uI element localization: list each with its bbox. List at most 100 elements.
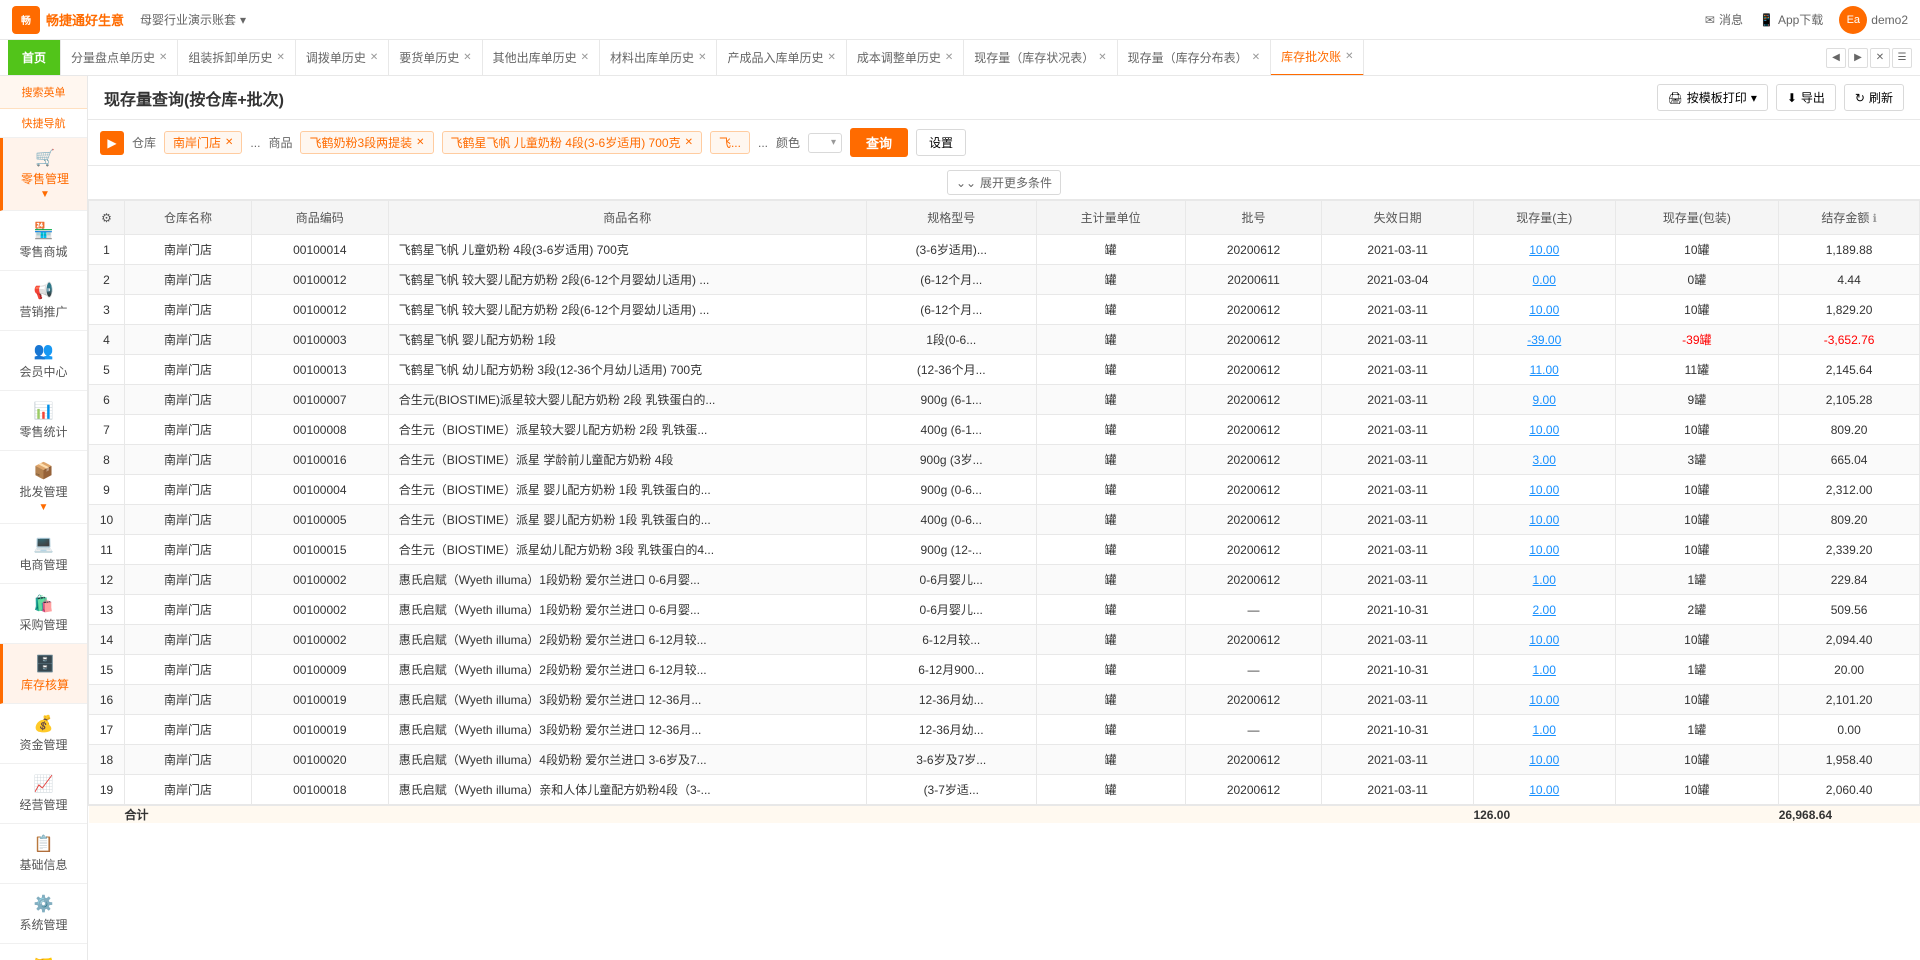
sidebar-item-member[interactable]: 👥 会员中心 <box>0 331 87 391</box>
cell-qty-main[interactable]: 9.00 <box>1473 385 1615 415</box>
cell-spec: 1段(0-6... <box>866 325 1036 355</box>
tab-zuzhuang[interactable]: 组装拆卸单历史 ✕ <box>178 40 295 76</box>
tab-close-icon[interactable]: ✕ <box>159 52 167 63</box>
cell-qty-main[interactable]: 10.00 <box>1473 295 1615 325</box>
cell-expire: 2021-03-11 <box>1322 685 1474 715</box>
product-filter-tag3[interactable]: 飞... <box>710 131 750 154</box>
tab-qitachuku[interactable]: 其他出库单历史 ✕ <box>483 40 600 76</box>
sidebar-item-marketing[interactable]: 📢 营销推广 <box>0 271 87 331</box>
cell-amount: 4.44 <box>1779 265 1920 295</box>
query-button[interactable]: 查询 <box>850 128 908 157</box>
color-filter-select[interactable] <box>808 133 842 153</box>
cell-qty-main[interactable]: 10.00 <box>1473 475 1615 505</box>
sidebar-item-retail-stats[interactable]: 📊 零售统计 <box>0 391 87 451</box>
sidebar-item-retail-shop[interactable]: 🏪 零售商城 <box>0 211 87 271</box>
tab-close-icon[interactable]: ✕ <box>698 52 706 63</box>
export-button[interactable]: ⬇ 导出 <box>1776 84 1836 111</box>
sidebar-item-wholesale[interactable]: 📦 批发管理 ▼ <box>0 451 87 524</box>
tab-close-icon[interactable]: ✕ <box>370 52 378 63</box>
search-label[interactable]: 搜索英单 <box>6 84 81 100</box>
tab-close-icon[interactable]: ✕ <box>1252 52 1260 63</box>
cell-expire: 2021-03-11 <box>1322 505 1474 535</box>
tab-home[interactable]: 首页 <box>8 40 61 76</box>
cell-qty-main[interactable]: 2.00 <box>1473 595 1615 625</box>
print-button[interactable]: 🖨 按模板打印 ▾ <box>1657 84 1768 111</box>
cell-qty-main[interactable]: 10.00 <box>1473 775 1615 806</box>
cell-qty-main[interactable]: 10.00 <box>1473 685 1615 715</box>
filter-toggle-button[interactable]: ▶ <box>100 131 124 155</box>
cell-qty-main[interactable]: 10.00 <box>1473 745 1615 775</box>
tab-chancheng[interactable]: 产成品入库单历史 ✕ <box>717 40 846 76</box>
tab-close-icon[interactable]: ✕ <box>1345 51 1353 62</box>
expand-conditions-button[interactable]: ⌄⌄ 展开更多条件 <box>947 170 1061 195</box>
product-filter-tag1[interactable]: 飞鹤奶粉3段两提装 ✕ <box>300 131 433 154</box>
help-icon[interactable]: ℹ <box>1873 213 1877 225</box>
tab-cailiaochuku[interactable]: 材料出库单历史 ✕ <box>600 40 717 76</box>
cell-code: 00100018 <box>251 775 388 806</box>
tab-close-all-button[interactable]: ✕ <box>1870 48 1890 68</box>
account-dropdown[interactable]: 母婴行业演示账套 ▾ <box>140 11 246 28</box>
sidebar-item-finance[interactable]: 💰 资金管理 <box>0 704 87 764</box>
warehouse-ellipsis[interactable]: ... <box>250 136 260 150</box>
tab-xiancunliang2[interactable]: 现存量（库存分布表） ✕ <box>1118 40 1271 76</box>
cell-qty-main[interactable]: 3.00 <box>1473 445 1615 475</box>
tab-chengben[interactable]: 成本调整单历史 ✕ <box>847 40 964 76</box>
cell-spec: 0-6月婴儿... <box>866 565 1036 595</box>
tab-close-icon[interactable]: ✕ <box>276 52 284 63</box>
tab-close-icon[interactable]: ✕ <box>463 52 471 63</box>
tab-yaohuo[interactable]: 要货单历史 ✕ <box>389 40 482 76</box>
tab-close-icon[interactable]: ✕ <box>827 52 835 63</box>
tab-xiancunliang1[interactable]: 现存量（库存状况表） ✕ <box>964 40 1117 76</box>
sidebar-item-corp-collab[interactable]: 🤝 企业协同 <box>0 944 87 960</box>
sidebar-item-purchase[interactable]: 🛍️ 采购管理 <box>0 584 87 644</box>
cell-qty-main[interactable]: 10.00 <box>1473 535 1615 565</box>
product-ellipsis[interactable]: ... <box>758 136 768 150</box>
cell-qty-main[interactable]: -39.00 <box>1473 325 1615 355</box>
tab-more-button[interactable]: ☰ <box>1892 48 1912 68</box>
sidebar-item-basic-info[interactable]: 📋 基础信息 <box>0 824 87 884</box>
th-settings[interactable]: ⚙ <box>89 201 125 235</box>
refresh-button[interactable]: ↻ 刷新 <box>1844 84 1904 111</box>
cell-qty-main[interactable]: 10.00 <box>1473 235 1615 265</box>
cell-qty-main[interactable]: 10.00 <box>1473 415 1615 445</box>
cell-qty-main[interactable]: 1.00 <box>1473 655 1615 685</box>
cell-unit: 罐 <box>1036 445 1185 475</box>
product-tag1-close[interactable]: ✕ <box>416 137 424 148</box>
warehouse-filter-tag[interactable]: 南岸门店 ✕ <box>164 131 242 154</box>
cell-qty-main[interactable]: 10.00 <box>1473 505 1615 535</box>
sidebar-search[interactable]: 搜索英单 <box>0 76 87 109</box>
message-button[interactable]: ✉ 消息 <box>1705 11 1743 28</box>
sidebar-nav-label[interactable]: 快捷导航 <box>0 109 87 138</box>
cell-qty-main[interactable]: 10.00 <box>1473 625 1615 655</box>
tab-close-icon[interactable]: ✕ <box>1098 52 1106 63</box>
tab-close-icon[interactable]: ✕ <box>945 52 953 63</box>
tab-diaobao[interactable]: 调拨单历史 ✕ <box>296 40 389 76</box>
sidebar-item-retail-mgmt[interactable]: 🛒 零售管理 ▼ <box>0 138 87 211</box>
product-tag2-close[interactable]: ✕ <box>685 137 693 148</box>
sidebar-item-label: 会员中心 <box>19 363 67 380</box>
app-download-button[interactable]: 📱 App下载 <box>1759 11 1823 28</box>
sidebar-item-system[interactable]: ⚙️ 系统管理 <box>0 884 87 944</box>
cell-qty-main[interactable]: 0.00 <box>1473 265 1615 295</box>
cell-name: 合生元（BIOSTIME）派星 婴儿配方奶粉 1段 乳铁蛋白的... <box>388 505 866 535</box>
warehouse-tag-close[interactable]: ✕ <box>225 137 233 148</box>
tab-prev-button[interactable]: ◀ <box>1826 48 1846 68</box>
tab-pici-active[interactable]: 库存批次账 ✕ <box>1271 40 1364 76</box>
cell-qty-main[interactable]: 1.00 <box>1473 715 1615 745</box>
cell-spec: 900g (6-1... <box>866 385 1036 415</box>
tab-fenliangpandian[interactable]: 分量盘点单历史 ✕ <box>61 40 178 76</box>
cell-qty-main[interactable]: 11.00 <box>1473 355 1615 385</box>
user-profile-button[interactable]: Ea demo2 <box>1839 6 1908 34</box>
basic-info-icon: 📋 <box>34 834 54 854</box>
sidebar-item-ecommerce[interactable]: 💻 电商管理 <box>0 524 87 584</box>
settings-button[interactable]: 设置 <box>916 129 966 156</box>
cell-expire: 2021-03-11 <box>1322 475 1474 505</box>
product-filter-tag2[interactable]: 飞鹤星飞帆 儿童奶粉 4段(3-6岁适用) 700克 ✕ <box>442 131 702 154</box>
sidebar-item-operations[interactable]: 📈 经营管理 <box>0 764 87 824</box>
cell-qty-main[interactable]: 1.00 <box>1473 565 1615 595</box>
cell-code: 00100014 <box>251 235 388 265</box>
cell-code: 00100002 <box>251 625 388 655</box>
sidebar-item-inventory[interactable]: 🗄️ 库存核算 <box>0 644 87 704</box>
tab-close-icon[interactable]: ✕ <box>581 52 589 63</box>
tab-next-button[interactable]: ▶ <box>1848 48 1868 68</box>
